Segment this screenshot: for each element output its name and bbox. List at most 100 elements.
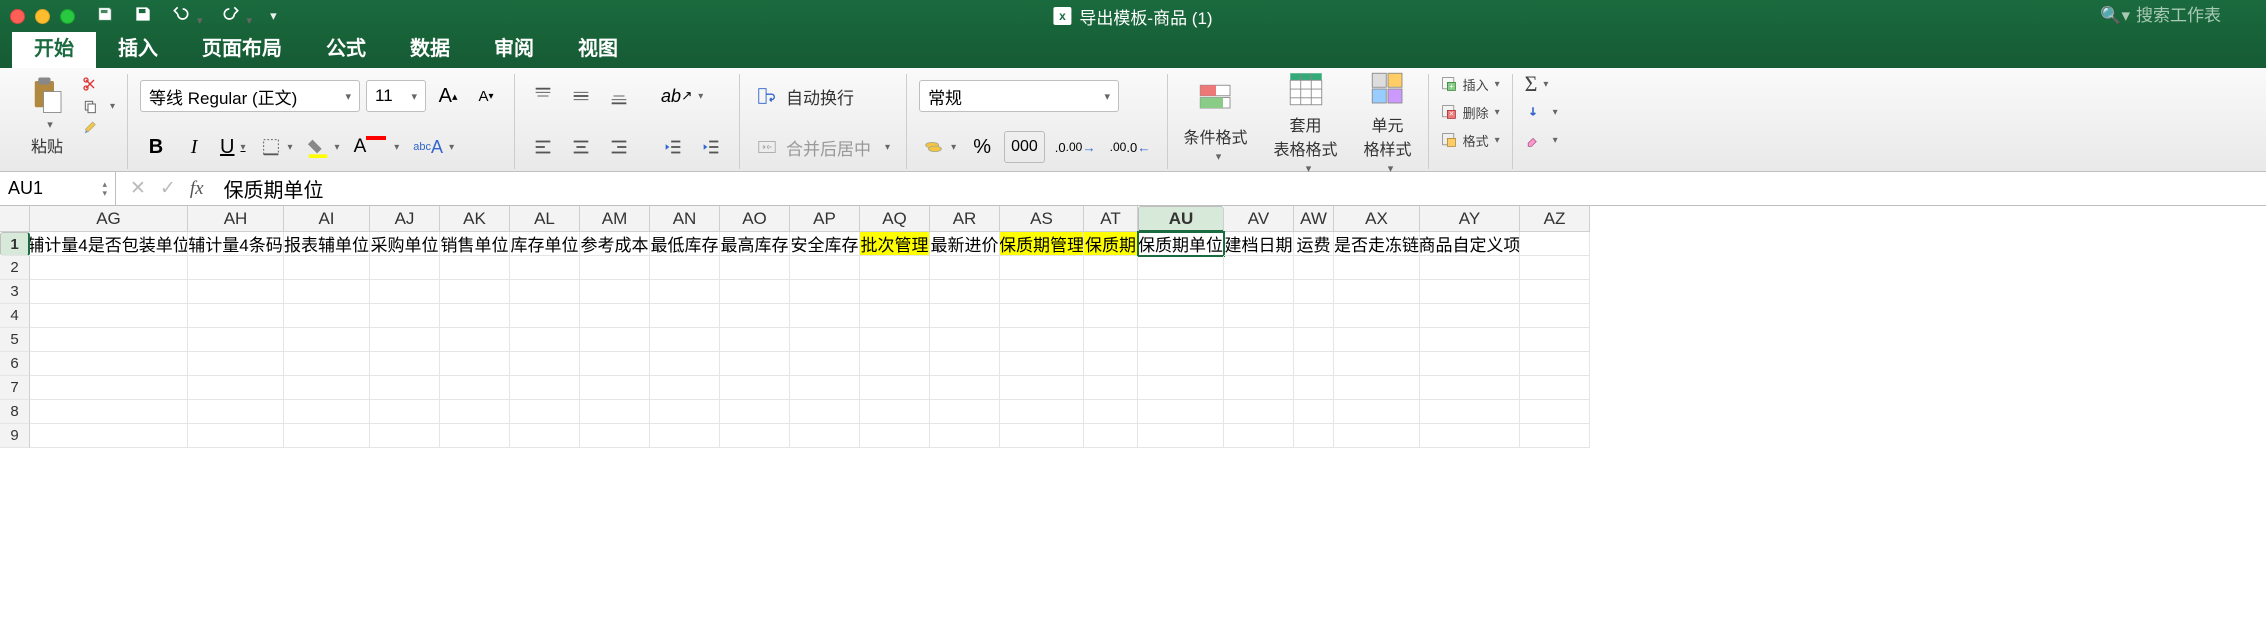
col-header-AN[interactable]: AN: [650, 206, 720, 232]
cell-AL4[interactable]: [510, 304, 580, 328]
cell-AZ6[interactable]: [1520, 352, 1590, 376]
cell-AM2[interactable]: [580, 256, 650, 280]
close-window-icon[interactable]: [10, 9, 25, 24]
cell-AT2[interactable]: [1084, 256, 1138, 280]
cell-AM7[interactable]: [580, 376, 650, 400]
cell-AG4[interactable]: [30, 304, 188, 328]
col-header-AY[interactable]: AY: [1420, 206, 1520, 232]
save-icon[interactable]: [133, 4, 153, 29]
align-right-button[interactable]: [603, 131, 635, 163]
cell-AJ3[interactable]: [370, 280, 440, 304]
cell-AK1[interactable]: 销售单位: [440, 232, 510, 256]
cell-AX1[interactable]: 是否走冻链: [1334, 232, 1420, 256]
increase-font-button[interactable]: A▴: [432, 80, 464, 112]
cell-AZ1[interactable]: [1520, 232, 1590, 256]
cell-AJ2[interactable]: [370, 256, 440, 280]
cell-AV7[interactable]: [1224, 376, 1294, 400]
row-header-3[interactable]: 3: [0, 280, 30, 304]
cell-AJ8[interactable]: [370, 400, 440, 424]
cell-AR2[interactable]: [930, 256, 1000, 280]
cell-AT1[interactable]: 保质期: [1084, 232, 1138, 256]
cell-AH7[interactable]: [188, 376, 284, 400]
cell-AN1[interactable]: 最低库存: [650, 232, 720, 256]
cell-AZ3[interactable]: [1520, 280, 1590, 304]
cell-AX4[interactable]: [1334, 304, 1420, 328]
cell-AW6[interactable]: [1294, 352, 1334, 376]
col-header-AJ[interactable]: AJ: [370, 206, 440, 232]
clear-button[interactable]: ▾: [1525, 130, 1558, 150]
font-name-select[interactable]: 等线 Regular (正文)▾: [140, 80, 360, 112]
search-input[interactable]: [2136, 6, 2256, 26]
cell-AU6[interactable]: [1138, 352, 1224, 376]
cell-AM3[interactable]: [580, 280, 650, 304]
cell-AN9[interactable]: [650, 424, 720, 448]
cell-AT7[interactable]: [1084, 376, 1138, 400]
cell-AM4[interactable]: [580, 304, 650, 328]
col-header-AU[interactable]: AU: [1138, 206, 1224, 232]
cell-AX8[interactable]: [1334, 400, 1420, 424]
cell-AL6[interactable]: [510, 352, 580, 376]
autosum-button[interactable]: Σ▾: [1525, 74, 1558, 94]
col-header-AM[interactable]: AM: [580, 206, 650, 232]
align-middle-button[interactable]: [565, 80, 597, 112]
cell-AR5[interactable]: [930, 328, 1000, 352]
align-top-button[interactable]: [527, 80, 559, 112]
cell-AO1[interactable]: 最高库存: [720, 232, 790, 256]
col-header-AW[interactable]: AW: [1294, 206, 1334, 232]
cell-AJ6[interactable]: [370, 352, 440, 376]
col-header-AT[interactable]: AT: [1084, 206, 1138, 232]
cell-AU2[interactable]: [1138, 256, 1224, 280]
col-header-AQ[interactable]: AQ: [860, 206, 930, 232]
cell-AU4[interactable]: [1138, 304, 1224, 328]
cell-AW8[interactable]: [1294, 400, 1334, 424]
cell-AZ4[interactable]: [1520, 304, 1590, 328]
cell-AZ7[interactable]: [1520, 376, 1590, 400]
cell-AG5[interactable]: [30, 328, 188, 352]
cell-AY9[interactable]: [1420, 424, 1520, 448]
cell-AL5[interactable]: [510, 328, 580, 352]
cell-AU3[interactable]: [1138, 280, 1224, 304]
cell-AX7[interactable]: [1334, 376, 1420, 400]
cell-AV1[interactable]: 建档日期: [1224, 232, 1294, 256]
wrap-text-button[interactable]: 自动换行: [752, 80, 858, 112]
cell-AV5[interactable]: [1224, 328, 1294, 352]
cell-AP7[interactable]: [790, 376, 860, 400]
cell-AO7[interactable]: [720, 376, 790, 400]
cell-AO2[interactable]: [720, 256, 790, 280]
col-header-AX[interactable]: AX: [1334, 206, 1420, 232]
undo-icon[interactable]: ▾: [171, 4, 203, 29]
cell-AO3[interactable]: [720, 280, 790, 304]
cell-AT6[interactable]: [1084, 352, 1138, 376]
cell-AS6[interactable]: [1000, 352, 1084, 376]
cell-AK6[interactable]: [440, 352, 510, 376]
cell-AY3[interactable]: [1420, 280, 1520, 304]
cell-AL3[interactable]: [510, 280, 580, 304]
autosave-icon[interactable]: [95, 4, 115, 29]
cell-AR6[interactable]: [930, 352, 1000, 376]
cell-AQ1[interactable]: 批次管理: [860, 232, 930, 256]
col-header-AO[interactable]: AO: [720, 206, 790, 232]
cell-AX3[interactable]: [1334, 280, 1420, 304]
number-format-select[interactable]: 常规▾: [919, 80, 1119, 112]
italic-button[interactable]: I: [178, 131, 210, 163]
row-header-1[interactable]: 1: [0, 232, 30, 256]
row-header-7[interactable]: 7: [0, 376, 30, 400]
cell-AQ7[interactable]: [860, 376, 930, 400]
paste-button[interactable]: ▾ 粘贴: [22, 74, 72, 157]
comma-button[interactable]: 000: [1004, 131, 1045, 163]
select-all-triangle[interactable]: [0, 206, 30, 232]
fx-icon[interactable]: fx: [190, 178, 204, 200]
cell-AR4[interactable]: [930, 304, 1000, 328]
cell-AH1[interactable]: 辅计量4条码: [188, 232, 284, 256]
cell-AK5[interactable]: [440, 328, 510, 352]
conditional-format-button[interactable]: 条件格式▾: [1180, 80, 1252, 163]
formula-input[interactable]: [218, 172, 2266, 205]
cell-AY7[interactable]: [1420, 376, 1520, 400]
cell-AT3[interactable]: [1084, 280, 1138, 304]
cell-AG3[interactable]: [30, 280, 188, 304]
cell-AI2[interactable]: [284, 256, 370, 280]
decrease-font-button[interactable]: A▾: [470, 80, 502, 112]
row-header-4[interactable]: 4: [0, 304, 30, 328]
cell-AY1[interactable]: 商品自定义项: [1420, 232, 1520, 256]
cell-AS8[interactable]: [1000, 400, 1084, 424]
